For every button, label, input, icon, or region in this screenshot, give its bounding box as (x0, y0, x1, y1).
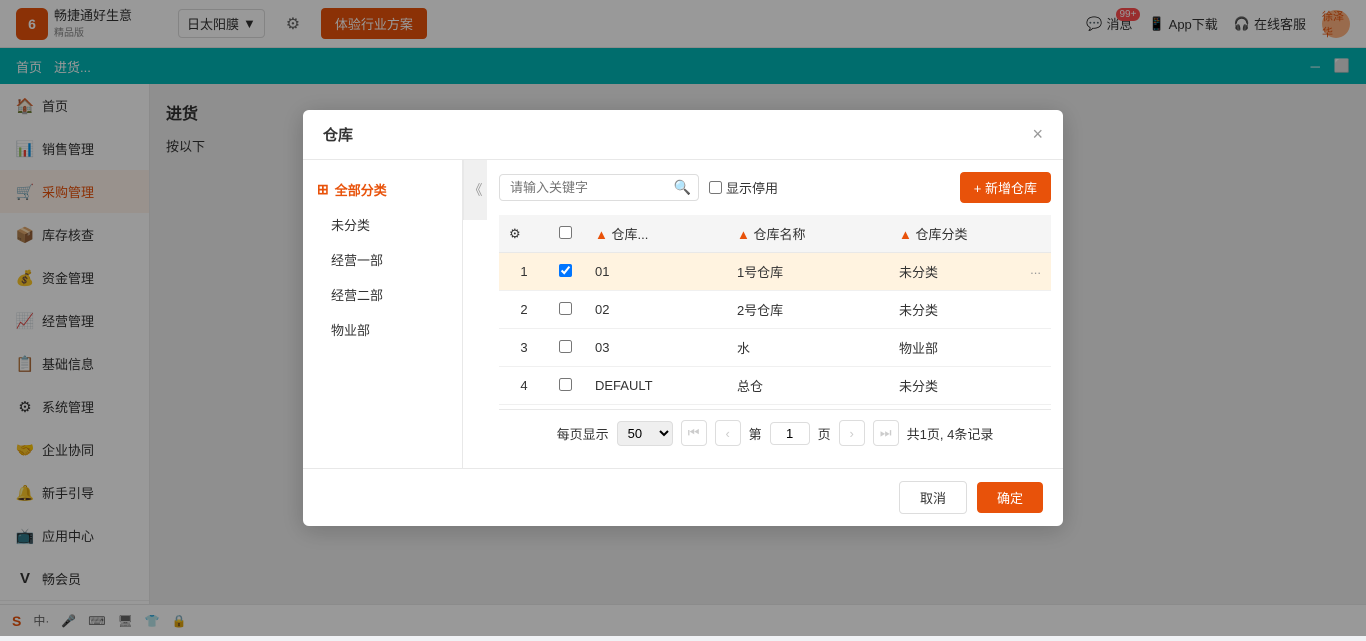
sidebar-collapse-button[interactable]: 《 (463, 160, 487, 220)
modal-category-sidebar: ⊞ 全部分类 未分类 经营一部 经营二部 物业部 (303, 160, 463, 468)
total-label: 共1页, 4条记录 (907, 424, 994, 443)
per-page-label: 每页显示 (557, 424, 609, 443)
row-num: 3 (499, 329, 549, 367)
th-checkbox (549, 215, 585, 253)
row-checkbox-cell (549, 367, 585, 405)
row-code: 02 (585, 291, 727, 329)
category-operations-2[interactable]: 经营二部 (303, 277, 462, 312)
table-row[interactable]: 4 DEFAULT 总仓 未分类 (499, 367, 1051, 405)
row-category: 物业部 (889, 329, 1051, 367)
select-all-checkbox[interactable] (559, 226, 572, 239)
category-unclassified[interactable]: 未分类 (303, 207, 462, 242)
search-wrap: 🔍 (499, 174, 699, 201)
search-input[interactable] (499, 174, 699, 201)
row-checkbox[interactable] (559, 264, 572, 277)
sort-icon: ▲ (595, 227, 608, 242)
page-input[interactable] (770, 422, 810, 445)
row-name: 1号仓库 (727, 253, 889, 291)
modal-title: 仓库 (323, 124, 353, 145)
prev-page-button[interactable]: ‹ (715, 420, 741, 446)
category-operations-1[interactable]: 经营一部 (303, 242, 462, 277)
page-label: 第 (749, 424, 762, 443)
table-row[interactable]: 2 02 2号仓库 未分类 (499, 291, 1051, 329)
confirm-button[interactable]: 确定 (977, 482, 1043, 513)
th-category: ▲ 仓库分类 (889, 215, 1051, 253)
row-name: 水 (727, 329, 889, 367)
all-category-header[interactable]: ⊞ 全部分类 (303, 172, 462, 207)
row-category: 未分类 (889, 291, 1051, 329)
modal-body: ⊞ 全部分类 未分类 经营一部 经营二部 物业部 《 🔍 (303, 160, 1063, 468)
row-name: 2号仓库 (727, 291, 889, 329)
cancel-button[interactable]: 取消 (899, 481, 967, 514)
row-num: 4 (499, 367, 549, 405)
per-page-select[interactable]: 50 100 (617, 421, 673, 446)
table-header: ⚙ ▲ 仓库... ▲ 仓库名称 ▲ (499, 215, 1051, 253)
grid-icon: ⊞ (317, 181, 329, 198)
row-name: 总仓 (727, 367, 889, 405)
row-num: 1 (499, 253, 549, 291)
show-disabled-checkbox-label[interactable]: 显示停用 (709, 178, 778, 197)
table-row[interactable]: 1 01 1号仓库 未分类 ... (499, 253, 1051, 291)
modal-close-button[interactable]: × (1032, 124, 1043, 145)
modal-overlay: 仓库 × ⊞ 全部分类 未分类 经营一部 经营二部 物业部 《 (0, 0, 1366, 636)
modal-header: 仓库 × (303, 110, 1063, 160)
modal-footer: 取消 确定 (303, 468, 1063, 526)
row-code: DEFAULT (585, 367, 727, 405)
next-page-button[interactable]: › (839, 420, 865, 446)
th-settings: ⚙ (499, 215, 549, 253)
category-property[interactable]: 物业部 (303, 312, 462, 347)
row-code: 03 (585, 329, 727, 367)
table-body: 1 01 1号仓库 未分类 ... 2 02 2号仓库 未分类 3 03 水 物… (499, 253, 1051, 405)
new-warehouse-button[interactable]: + 新增仓库 (960, 172, 1051, 203)
sort-icon-cat: ▲ (899, 227, 912, 242)
row-more-btn[interactable]: ... (1030, 262, 1041, 277)
page-suffix: 页 (818, 424, 831, 443)
table-row[interactable]: 3 03 水 物业部 (499, 329, 1051, 367)
row-category: 未分类 ... (889, 253, 1051, 291)
th-name: ▲ 仓库名称 (727, 215, 889, 253)
row-num: 2 (499, 291, 549, 329)
modal-table-area: 🔍 显示停用 + 新增仓库 ⚙ ▲ (487, 160, 1063, 468)
row-checkbox-cell (549, 253, 585, 291)
th-code: ▲ 仓库... (585, 215, 727, 253)
row-category: 未分类 (889, 367, 1051, 405)
search-icon: 🔍 (674, 179, 691, 196)
last-page-button[interactable]: ⏭ (873, 420, 899, 446)
row-checkbox[interactable] (559, 340, 572, 353)
row-checkbox[interactable] (559, 302, 572, 315)
modal-table-toolbar: 🔍 显示停用 + 新增仓库 (499, 172, 1051, 203)
first-page-button[interactable]: ⏮ (681, 420, 707, 446)
warehouse-modal: 仓库 × ⊞ 全部分类 未分类 经营一部 经营二部 物业部 《 (303, 110, 1063, 526)
row-checkbox[interactable] (559, 378, 572, 391)
row-code: 01 (585, 253, 727, 291)
row-checkbox-cell (549, 291, 585, 329)
pagination: 每页显示 50 100 ⏮ ‹ 第 页 › ⏭ 共1页, 4条记录 (499, 409, 1051, 456)
row-checkbox-cell (549, 329, 585, 367)
warehouse-table: ⚙ ▲ 仓库... ▲ 仓库名称 ▲ (499, 215, 1051, 405)
show-disabled-checkbox[interactable] (709, 181, 722, 194)
sort-icon-name: ▲ (737, 227, 750, 242)
